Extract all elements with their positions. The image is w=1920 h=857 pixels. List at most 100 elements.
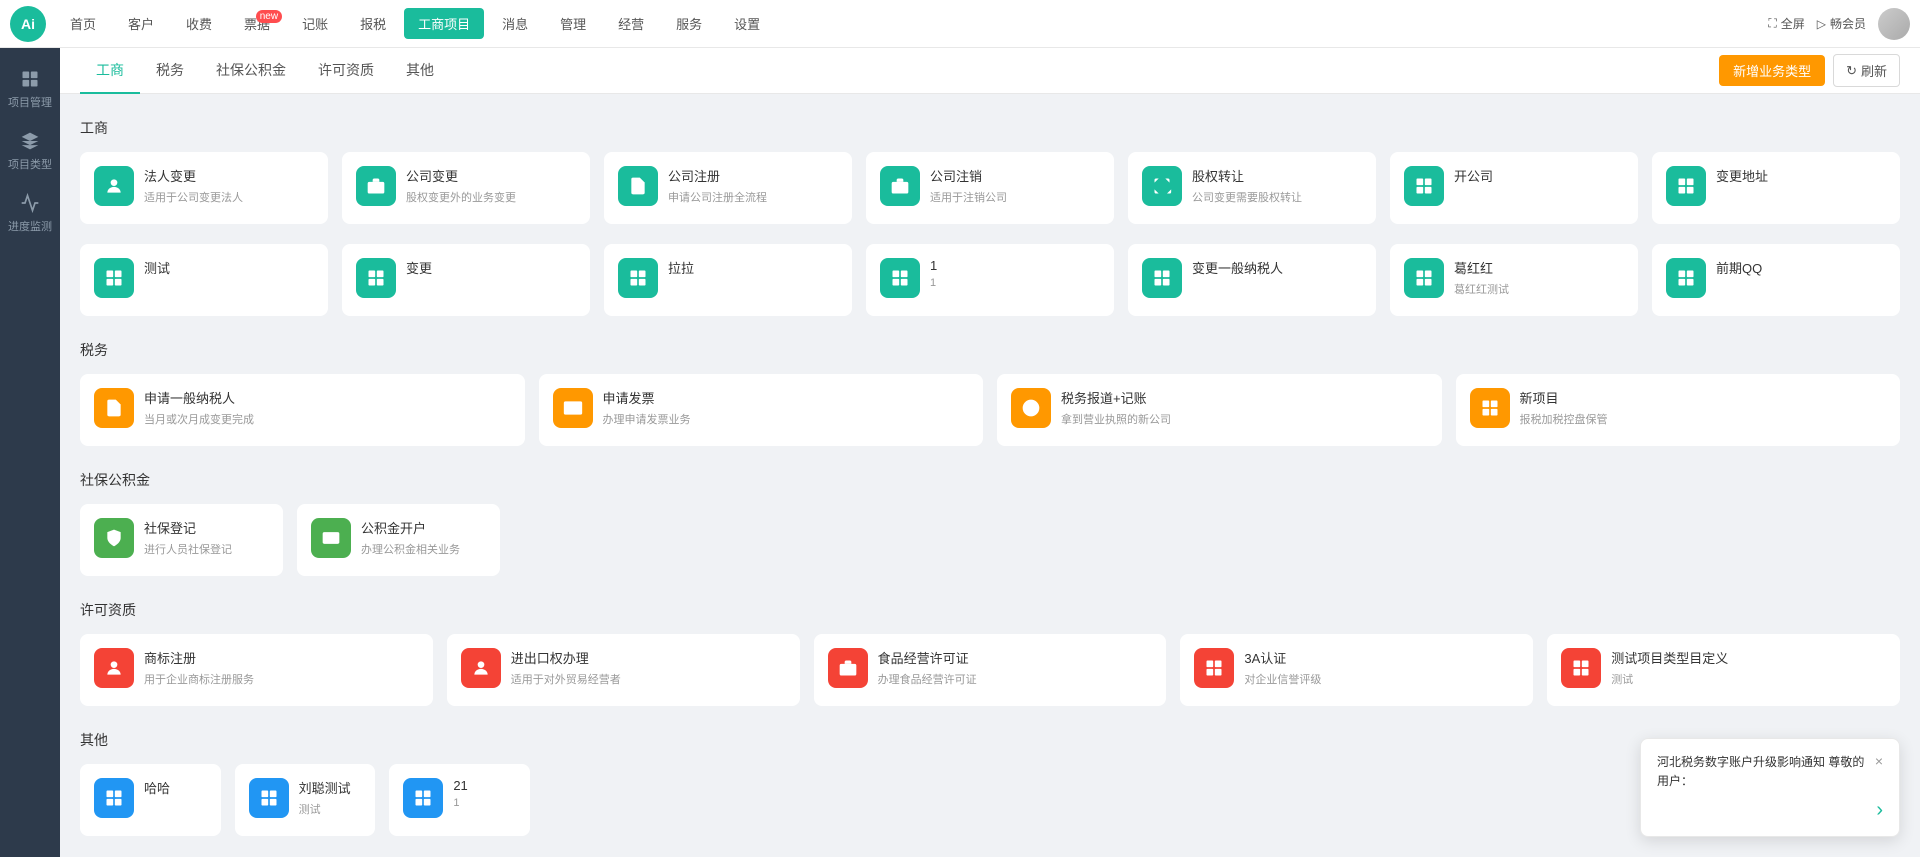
fullscreen-icon: ⛶ [1768, 16, 1776, 31]
member-btn[interactable]: ▷ 畅会员 [1817, 15, 1866, 32]
tab-social-security[interactable]: 社保公积金 [200, 48, 302, 94]
license-cards: 商标注册 用于企业商标注册服务 进出口权办理 适用于对外贸易经营者 [80, 634, 1900, 706]
card-lala[interactable]: 拉拉 [604, 244, 852, 316]
card-test[interactable]: 测试 [80, 244, 328, 316]
card-qq[interactable]: 前期QQ [1652, 244, 1900, 316]
section-title-license: 许可资质 [80, 600, 1900, 620]
refresh-button[interactable]: ↻ 刷新 [1833, 54, 1900, 87]
nav-item-fee[interactable]: 收费 [172, 8, 226, 39]
card-food-license[interactable]: 食品经营许可证 办理食品经营许可证 [814, 634, 1167, 706]
card-info: 公司注销 适用于注销公司 [930, 166, 1100, 205]
main-layout: 项目管理 项目类型 进度监测 工商 税务 社保公积金 许可资质 其他 新增业务类… [0, 48, 1920, 857]
card-1[interactable]: 1 1 [866, 244, 1114, 316]
refresh-icon: ↻ [1846, 63, 1857, 79]
company-cancel-icon [880, 166, 920, 206]
card-trademark[interactable]: 商标注册 用于企业商标注册服务 [80, 634, 433, 706]
card-apply-invoice[interactable]: 申请发票 办理申请发票业务 [539, 374, 984, 446]
card-social-register[interactable]: 社保登记 进行人员社保登记 [80, 504, 283, 576]
nav-item-industry[interactable]: 工商项目 [404, 8, 484, 39]
sidebar-item-project-manage[interactable]: 项目管理 [0, 58, 60, 120]
tab-license[interactable]: 许可资质 [302, 48, 390, 94]
nav-item-service[interactable]: 服务 [662, 8, 716, 39]
card-info: 前期QQ [1716, 258, 1886, 281]
notification-header: 河北税务数字账户升级影响通知 尊敬的用户： × [1657, 753, 1883, 791]
card-liucong-test[interactable]: 刘聪测试 测试 [235, 764, 376, 836]
nav-items: 首页 客户 收费 票据new 记账 报税 工商项目 消息 管理 经营 服务 设置 [56, 8, 1768, 39]
nav-item-settings[interactable]: 设置 [720, 8, 774, 39]
card-change2[interactable]: 变更 [342, 244, 590, 316]
gehonghong-icon [1404, 258, 1444, 298]
user-avatar[interactable] [1878, 8, 1910, 40]
progress-icon [19, 192, 41, 214]
nav-item-manage[interactable]: 管理 [546, 8, 600, 39]
open-company-icon [1404, 166, 1444, 206]
card-fund-account[interactable]: 公积金开户 办理公积金相关业务 [297, 504, 500, 576]
card-info: 公司注册 申请公司注册全流程 [668, 166, 838, 205]
card-change-address[interactable]: 变更地址 [1652, 152, 1900, 224]
haha-icon [94, 778, 134, 818]
industry-cards-row1: 法人变更 适用于公司变更法人 公司变更 股权变更外的业务变更 [80, 152, 1900, 224]
nav-item-operation[interactable]: 经营 [604, 8, 658, 39]
card-info: 进出口权办理 适用于对外贸易经营者 [511, 648, 786, 687]
social-cards: 社保登记 进行人员社保登记 公积金开户 办理公积金相关业务 [80, 504, 500, 576]
apply-invoice-icon [553, 388, 593, 428]
card-21[interactable]: 21 1 [389, 764, 530, 836]
new-project-icon [1470, 388, 1510, 428]
card-import-export[interactable]: 进出口权办理 适用于对外贸易经营者 [447, 634, 800, 706]
card-company-cancel[interactable]: 公司注销 适用于注销公司 [866, 152, 1114, 224]
card-company-change[interactable]: 公司变更 股权变更外的业务变更 [342, 152, 590, 224]
liucong-icon [249, 778, 289, 818]
nav-item-message[interactable]: 消息 [488, 8, 542, 39]
industry-cards-row2: 测试 变更 [80, 244, 1900, 316]
card-legal-person-change[interactable]: 法人变更 适用于公司变更法人 [80, 152, 328, 224]
qq-icon [1666, 258, 1706, 298]
nav-item-ticket[interactable]: 票据new [230, 8, 284, 39]
card-info: 拉拉 [668, 258, 838, 281]
card-tax-reporting[interactable]: 税务报道+记账 拿到营业执照的新公司 [997, 374, 1442, 446]
card-info: 社保登记 进行人员社保登记 [144, 518, 269, 557]
tab-other[interactable]: 其他 [390, 48, 450, 94]
card-info: 测试项目类型目定义 测试 [1611, 648, 1886, 687]
card-info: 食品经营许可证 办理食品经营许可证 [878, 648, 1153, 687]
card-new-project[interactable]: 新项目 报税加税控盘保管 [1456, 374, 1901, 446]
company-change-icon [356, 166, 396, 206]
card-haha[interactable]: 哈哈 [80, 764, 221, 836]
tab-industry[interactable]: 工商 [80, 48, 140, 94]
card-info: 公司变更 股权变更外的业务变更 [406, 166, 576, 205]
notification-popup: 河北税务数字账户升级影响通知 尊敬的用户： × › [1640, 738, 1900, 837]
card-company-register[interactable]: 公司注册 申请公司注册全流程 [604, 152, 852, 224]
card-open-company[interactable]: 开公司 [1390, 152, 1638, 224]
card-test-type[interactable]: 测试项目类型目定义 测试 [1547, 634, 1900, 706]
card-info: 1 1 [930, 258, 1100, 289]
fund-account-icon [311, 518, 351, 558]
nav-item-bookkeeping[interactable]: 记账 [288, 8, 342, 39]
card-gehonghong[interactable]: 葛红红 葛红红测试 [1390, 244, 1638, 316]
card-change-taxpayer[interactable]: 变更一般纳税人 [1128, 244, 1376, 316]
new-type-button[interactable]: 新增业务类型 [1719, 55, 1825, 86]
new-badge: new [256, 10, 282, 23]
test-type-icon [1561, 648, 1601, 688]
nav-item-home[interactable]: 首页 [56, 8, 110, 39]
sidebar-item-project-type[interactable]: 项目类型 [0, 120, 60, 182]
card-3a-cert[interactable]: 3A认证 对企业信誉评级 [1180, 634, 1533, 706]
project-manage-icon [19, 68, 41, 90]
test-icon [94, 258, 134, 298]
card-equity-transfer[interactable]: 股权转让 公司变更需要股权转让 [1128, 152, 1376, 224]
lala-icon [618, 258, 658, 298]
nav-item-customer[interactable]: 客户 [114, 8, 168, 39]
nav-item-tax[interactable]: 报税 [346, 8, 400, 39]
card-info: 法人变更 适用于公司变更法人 [144, 166, 314, 205]
card-apply-taxpayer[interactable]: 申请一般纳税人 当月或次月成变更完成 [80, 374, 525, 446]
card-info: 新项目 报税加税控盘保管 [1520, 388, 1887, 427]
tab-tax[interactable]: 税务 [140, 48, 200, 94]
sidebar-item-progress[interactable]: 进度监测 [0, 182, 60, 244]
card-info: 葛红红 葛红红测试 [1454, 258, 1624, 297]
fullscreen-btn[interactable]: ⛶ 全屏 [1768, 15, 1804, 32]
card-info: 变更一般纳税人 [1192, 258, 1362, 281]
card-info: 申请发票 办理申请发票业务 [603, 388, 970, 427]
card-info: 开公司 [1454, 166, 1624, 189]
notification-close-btn[interactable]: × [1875, 753, 1883, 769]
nav-logo: Ai [10, 6, 46, 42]
section-title-tax: 税务 [80, 340, 1900, 360]
card-info: 申请一般纳税人 当月或次月成变更完成 [144, 388, 511, 427]
